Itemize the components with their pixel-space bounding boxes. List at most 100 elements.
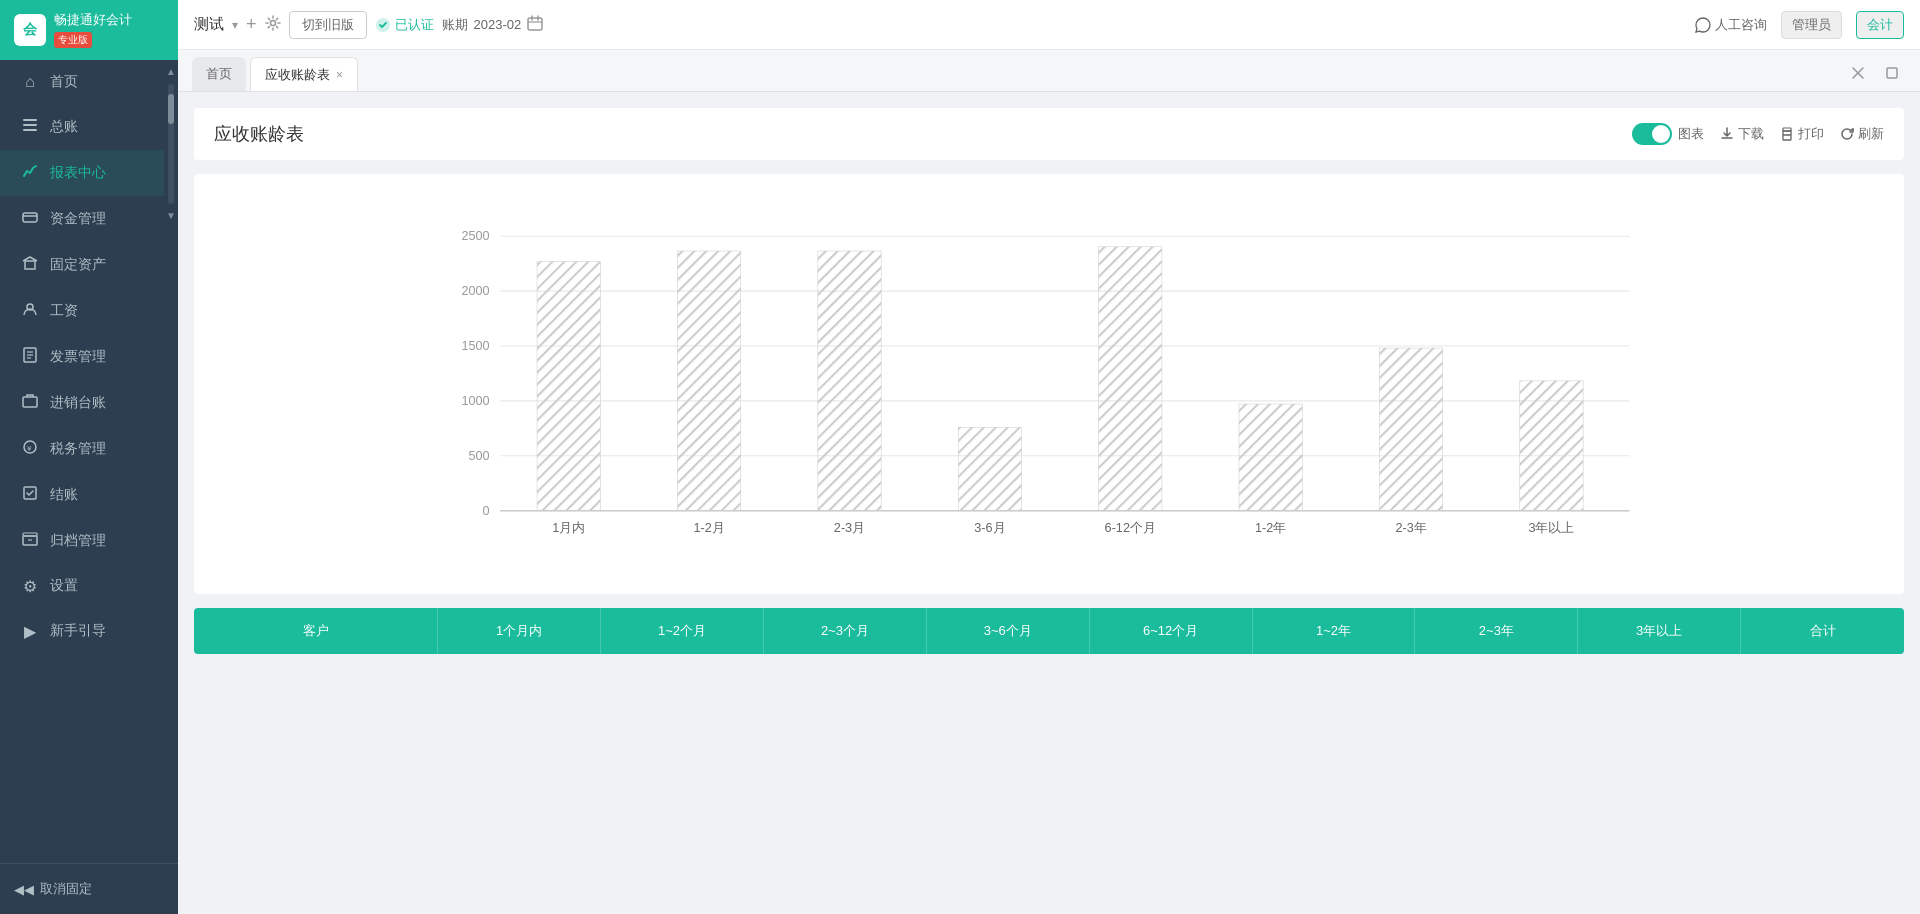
consult-btn[interactable]: 人工咨询 [1695,16,1767,34]
sidebar-item-settings[interactable]: ⚙ 设置 [0,564,164,609]
sidebar-item-capital[interactable]: 资金管理 [0,196,164,242]
tab-close-icon[interactable]: × [336,68,343,82]
th-1-2month: 1~2个月 [601,608,764,654]
sidebar-item-assets[interactable]: 固定资产 [0,242,164,288]
chart-toggle[interactable] [1632,123,1672,145]
sidebar-item-label-assets: 固定资产 [50,256,106,274]
refresh-btn[interactable]: 刷新 [1840,125,1884,143]
sidebar-item-label-reports: 报表中心 [50,164,106,182]
logo-sub: 专业版 [54,32,92,48]
sidebar-item-home[interactable]: ⌂ 首页 [0,60,164,104]
old-version-btn[interactable]: 切到旧版 [289,11,367,39]
sidebar-item-archive[interactable]: 归档管理 [0,518,164,564]
sidebar-logo[interactable]: 会 畅捷通好会计 专业版 [0,0,178,60]
th-3year-plus: 3年以上 [1578,608,1741,654]
refresh-label: 刷新 [1858,125,1884,143]
sidebar-item-label-archive: 归档管理 [50,532,106,550]
download-label: 下载 [1738,125,1764,143]
ledger-icon [20,117,40,137]
chart-toggle-wrapper: 图表 [1632,123,1704,145]
svg-text:2-3月: 2-3月 [834,521,865,535]
svg-text:2-3年: 2-3年 [1395,521,1426,535]
invoice-icon [20,347,40,367]
download-btn[interactable]: 下载 [1720,125,1764,143]
topbar-actions: + 切到旧版 [246,11,367,39]
sidebar-item-ledger[interactable]: 总账 [0,104,164,150]
calendar-icon[interactable] [527,15,543,34]
svg-text:2500: 2500 [461,229,489,243]
svg-rect-2 [23,129,37,131]
report-actions: 图表 下载 打印 刷新 [1632,123,1884,145]
sidebar-item-label-capital: 资金管理 [50,210,106,228]
add-btn[interactable]: + [246,14,257,35]
print-label: 打印 [1798,125,1824,143]
archive-icon [20,531,40,551]
chart-container: 0 500 1000 1500 2000 2500 [194,174,1904,594]
toggle-knob [1652,125,1670,143]
assets-icon [20,255,40,275]
sidebar-item-guide[interactable]: ▶ 新手引导 [0,609,164,654]
sidebar-item-label-invoice: 发票管理 [50,348,106,366]
tab-home[interactable]: 首页 [192,57,246,91]
sidebar-bottom: ◀◀ 取消固定 [0,863,178,914]
scrollbar-thumb[interactable] [168,94,174,124]
settings-btn[interactable] [265,15,281,35]
svg-text:1500: 1500 [461,339,489,353]
th-6-12month: 6~12个月 [1090,608,1253,654]
th-2-3month: 2~3个月 [764,608,927,654]
bar-3[interactable] [818,251,881,511]
svg-rect-1 [23,124,37,126]
bar-2[interactable] [677,251,740,511]
sidebar-item-closing[interactable]: 结账 [0,472,164,518]
scroll-up-arrow[interactable]: ▲ [163,64,178,80]
logo-icon: 会 [14,14,46,46]
table-container: 客户 1个月内 1~2个月 2~3个月 3~6个月 6~12个月 1~2年 2~… [194,608,1904,654]
sidebar: 会 畅捷通好会计 专业版 ⌂ 首页 总账 [0,0,178,914]
svg-rect-16 [23,533,37,536]
tab-aging[interactable]: 应收账龄表 × [250,57,358,91]
sidebar-item-invoice[interactable]: 发票管理 [0,334,164,380]
bar-1[interactable] [537,262,600,511]
settings-icon: ⚙ [20,577,40,596]
print-btn[interactable]: 打印 [1780,125,1824,143]
bar-4[interactable] [958,427,1021,510]
admin-btn[interactable]: 管理员 [1781,11,1842,39]
expand-window-btn[interactable] [1878,59,1906,87]
cancel-fixed-btn[interactable]: ◀◀ 取消固定 [14,874,164,904]
svg-text:3-6月: 3-6月 [974,521,1005,535]
bar-6[interactable] [1239,404,1302,511]
tax-icon: ¥ [20,439,40,459]
role-btn[interactable]: 会计 [1856,11,1904,39]
bar-7[interactable] [1379,348,1442,511]
svg-rect-5 [25,261,35,269]
sidebar-item-payroll[interactable]: 工资 [0,288,164,334]
sidebar-item-tax[interactable]: ¥ 税务管理 [0,426,164,472]
project-dropdown-icon[interactable]: ▾ [232,18,238,32]
bar-8[interactable] [1520,381,1583,511]
svg-text:3年以上: 3年以上 [1528,521,1574,535]
logo-text-block: 畅捷通好会计 专业版 [54,12,132,48]
scroll-down-arrow[interactable]: ▼ [163,208,178,224]
close-window-btn[interactable] [1844,59,1872,87]
cert-label: 已认证 [395,16,434,34]
cancel-fixed-label: 取消固定 [40,880,92,898]
sidebar-item-reports[interactable]: 报表中心 [0,150,164,196]
toggle-label: 图表 [1678,125,1704,143]
sidebar-item-purchase[interactable]: 进销台账 [0,380,164,426]
project-name: 测试 [194,15,224,34]
svg-rect-0 [23,119,37,121]
svg-rect-20 [528,18,542,30]
topbar: 测试 ▾ + 切到旧版 已认证 账期 2023-02 人工咨询 管理员 [178,0,1920,50]
bar-chart: 0 500 1000 1500 2000 2500 [214,194,1884,574]
bar-5[interactable] [1099,247,1162,511]
sidebar-item-label-payroll: 工资 [50,302,78,320]
payroll-icon [20,301,40,321]
sidebar-item-label-purchase: 进销台账 [50,394,106,412]
chart-wrapper: 0 500 1000 1500 2000 2500 [214,194,1884,574]
svg-text:2000: 2000 [461,284,489,298]
svg-rect-28 [1783,128,1791,131]
th-3-6month: 3~6个月 [927,608,1090,654]
sidebar-item-label-ledger: 总账 [50,118,78,136]
purchase-icon [20,393,40,413]
guide-icon: ▶ [20,622,40,641]
